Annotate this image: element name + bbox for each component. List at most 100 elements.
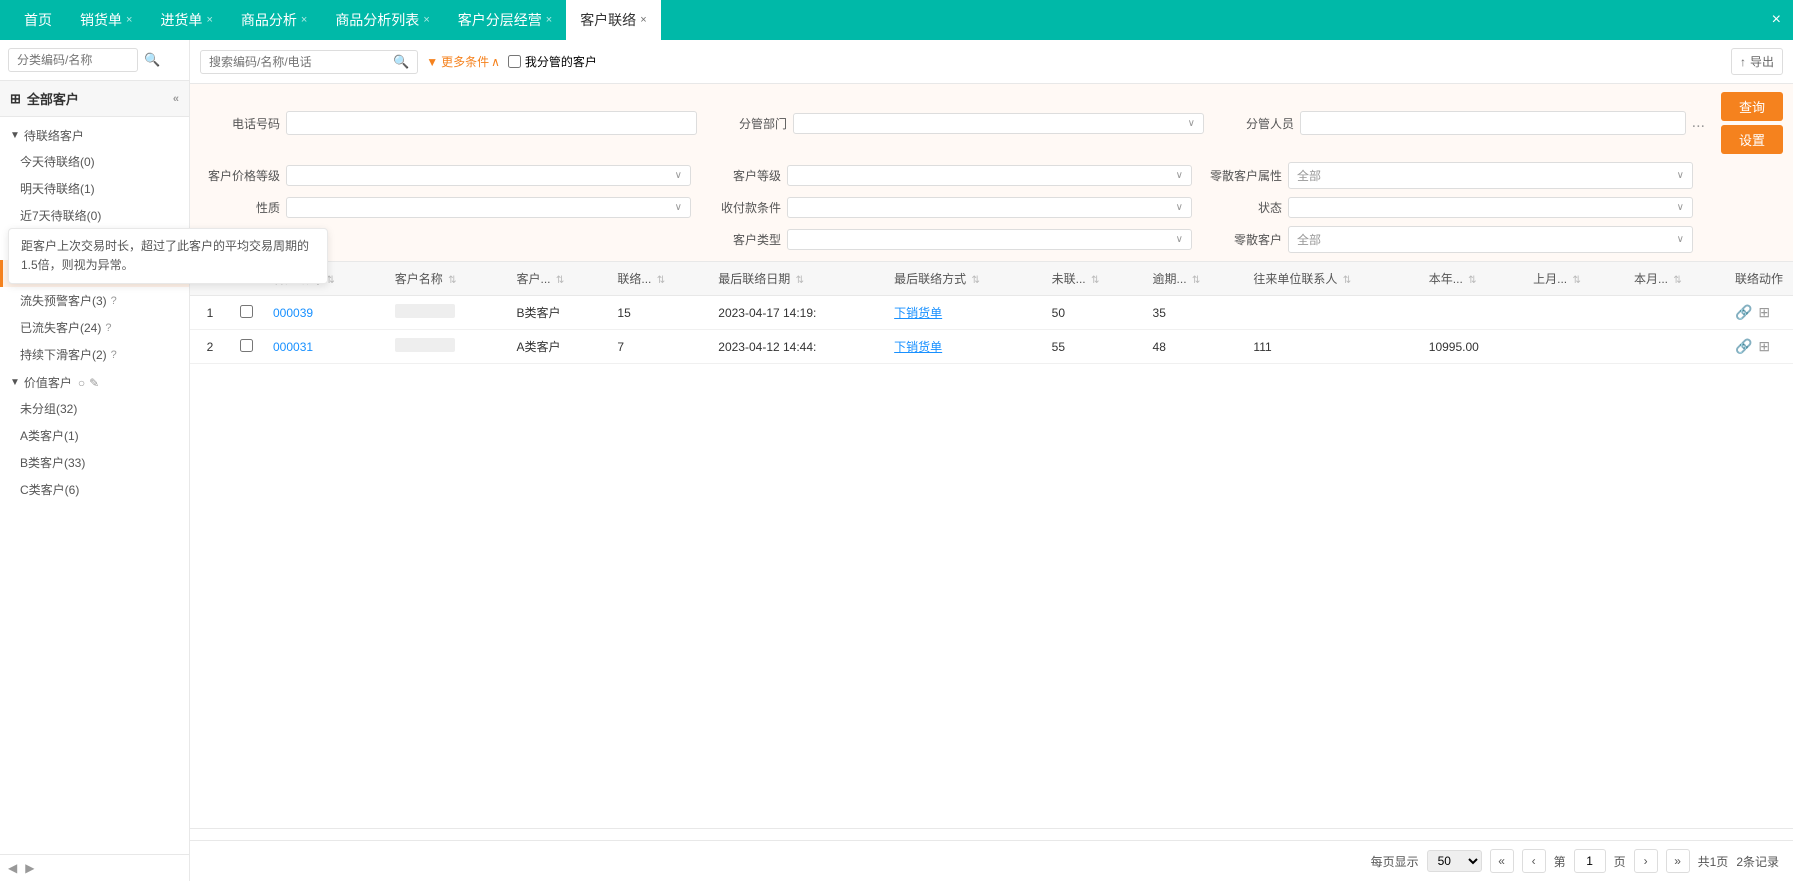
sidebar-search-icon[interactable]: 🔍 <box>144 52 160 68</box>
sidebar-item-7days[interactable]: 近7天待联络(0) <box>0 202 189 229</box>
sidebar-search-input[interactable] <box>8 48 138 72</box>
value-customers-edit-icon[interactable]: ✎ <box>89 376 99 390</box>
col-header-overdue[interactable]: 逾期... ⇅ <box>1143 262 1244 296</box>
sidebar-item-tomorrow[interactable]: 明天待联络(1) <box>0 175 189 202</box>
search-icon[interactable]: 🔍 <box>393 54 409 70</box>
customer-table: ⚙ 客户编码 ⇅ 客户名称 ⇅ <box>190 262 1793 364</box>
sidebar-item-class-b[interactable]: B类客户(33) <box>0 449 189 476</box>
sidebar-all-customers[interactable]: ⊞ 全部客户 « <box>0 81 189 117</box>
col-header-this-month[interactable]: 本月... ⇅ <box>1624 262 1725 296</box>
last-page-btn[interactable]: » <box>1666 849 1690 873</box>
row1-grid-icon[interactable]: ⊞ <box>1758 304 1770 321</box>
nav-customer-contact[interactable]: 客户联络 × <box>566 0 660 40</box>
page-number-input[interactable] <box>1574 849 1606 873</box>
row1-type: B类客户 <box>507 296 608 330</box>
churned-help-icon: ? <box>105 322 111 334</box>
sidebar-value-customers[interactable]: ▼ 价值客户 ○ ✎ <box>0 368 189 395</box>
nav-purchase[interactable]: 进货单 × <box>146 0 226 40</box>
sidebar-item-class-c[interactable]: C类客户(6) <box>0 476 189 503</box>
settings-button[interactable]: 设置 <box>1721 125 1783 154</box>
row2-last-date: 2023-04-12 14:44: <box>708 330 884 364</box>
col-header-unit-contact[interactable]: 往来单位联系人 ⇅ <box>1243 262 1418 296</box>
scattered-select[interactable]: 全部 ∨ <box>1288 226 1693 253</box>
type-sort-icon: ⇅ <box>556 275 564 286</box>
row2-name[interactable] <box>385 330 507 364</box>
per-page-label: 每页显示 <box>1371 853 1419 870</box>
col-header-last-way[interactable]: 最后联络方式 ⇅ <box>884 262 1041 296</box>
first-page-btn[interactable]: « <box>1490 849 1514 873</box>
manager-ellipsis-btn[interactable]: ... <box>1686 114 1711 132</box>
nav-customer-segment[interactable]: 客户分层经营 × <box>444 0 566 40</box>
prev-page-btn[interactable]: ‹ <box>1522 849 1546 873</box>
customer-type-select[interactable]: ∨ <box>787 229 1192 250</box>
col-header-last-date[interactable]: 最后联络日期 ⇅ <box>708 262 884 296</box>
nav-product-list-close[interactable]: × <box>423 14 429 26</box>
nav-customer-segment-close[interactable]: × <box>546 14 552 26</box>
sidebar-item-unclassified[interactable]: 未分组(32) <box>0 395 189 422</box>
row1-last-way[interactable]: 下销货单 <box>884 296 1041 330</box>
last-way-sort-icon: ⇅ <box>972 275 980 286</box>
status-select[interactable]: ∨ <box>1288 197 1693 218</box>
search-input[interactable] <box>209 55 389 69</box>
manager-input[interactable] <box>1300 111 1686 135</box>
sidebar-item-churned[interactable]: 已流失客户(24) ? <box>0 314 189 341</box>
col-header-last-month[interactable]: 上月... ⇅ <box>1523 262 1624 296</box>
nav-customer-contact-close[interactable]: × <box>640 14 646 26</box>
nav-product-list[interactable]: 商品分析列表 × <box>321 0 443 40</box>
row1-code[interactable]: 000039 <box>263 296 385 330</box>
col-header-type[interactable]: 客户... ⇅ <box>507 262 608 296</box>
query-button[interactable]: 查询 <box>1721 92 1783 121</box>
horizontal-scrollbar[interactable] <box>190 828 1793 840</box>
sidebar-item-churn-warning[interactable]: 流失预警客户(3) ? <box>0 287 189 314</box>
per-page-select[interactable]: 50 20 100 <box>1427 850 1482 872</box>
value-customers-circle-icon: ○ <box>78 376 85 390</box>
row1-name[interactable] <box>385 296 507 330</box>
row2-last-way[interactable]: 下销货单 <box>884 330 1041 364</box>
nature-select[interactable]: ∨ <box>286 197 691 218</box>
my-customers-checkbox[interactable] <box>508 55 521 68</box>
row2-code[interactable]: 000031 <box>263 330 385 364</box>
row2-checkbox[interactable] <box>240 339 253 352</box>
main-close-icon[interactable]: × <box>1772 11 1781 29</box>
row2-check[interactable] <box>230 330 263 364</box>
nav-sales[interactable]: 销货单 × <box>66 0 146 40</box>
price-level-select[interactable]: ∨ <box>286 165 691 186</box>
col-header-name[interactable]: 客户名称 ⇅ <box>385 262 507 296</box>
dept-select[interactable]: ∨ <box>793 113 1204 134</box>
sidebar-collapse-icon[interactable]: « <box>173 93 179 105</box>
payment-select[interactable]: ∨ <box>787 197 1192 218</box>
col-header-contact[interactable]: 联络... ⇅ <box>607 262 708 296</box>
nav-purchase-close[interactable]: × <box>206 14 212 26</box>
value-customers-arrow-icon: ▼ <box>10 377 20 388</box>
row2-grid-icon[interactable]: ⊞ <box>1758 338 1770 355</box>
row1-check[interactable] <box>230 296 263 330</box>
sidebar-item-today[interactable]: 今天待联络(0) <box>0 148 189 175</box>
customer-level-label: 客户等级 <box>701 167 781 184</box>
sidebar: 🔍 ⊞ 全部客户 « ▼ 待联络客户 今天待联络(0) 明天待联络(1) <box>0 40 190 881</box>
nav-sales-close[interactable]: × <box>126 14 132 26</box>
sidebar-group-pending-title[interactable]: ▼ 待联络客户 <box>0 121 189 148</box>
nav-product-analysis-close[interactable]: × <box>301 14 307 26</box>
sidebar-item-declining[interactable]: 持续下滑客户(2) ? <box>0 341 189 368</box>
grid-icon: ⊞ <box>10 91 21 107</box>
nav-home[interactable]: 首页 <box>10 0 66 40</box>
nav-product-analysis[interactable]: 商品分析 × <box>227 0 321 40</box>
sidebar-nav-right[interactable]: ▶ <box>25 861 34 875</box>
more-conditions-btn[interactable]: ▼ 更多条件 ∧ <box>426 53 500 70</box>
scattered-attr-select[interactable]: 全部 ∨ <box>1288 162 1693 189</box>
my-customers-checkbox-area[interactable]: 我分管的客户 <box>508 53 597 70</box>
row1-link-icon[interactable]: 🔗 <box>1735 304 1752 321</box>
row1-checkbox[interactable] <box>240 305 253 318</box>
col-header-this-year[interactable]: 本年... ⇅ <box>1419 262 1523 296</box>
filter-cell-customer-type: 客户类型 ∨ <box>701 229 1192 250</box>
next-page-btn[interactable]: › <box>1634 849 1658 873</box>
col-header-uncontact[interactable]: 未联... ⇅ <box>1042 262 1143 296</box>
export-btn[interactable]: ↑ 导出 <box>1731 48 1783 75</box>
phone-input[interactable] <box>286 111 697 135</box>
row1-last-date: 2023-04-17 14:19: <box>708 296 884 330</box>
row2-link-icon[interactable]: 🔗 <box>1735 338 1752 355</box>
customer-level-select[interactable]: ∨ <box>787 165 1192 186</box>
filter-row-3: 性质 ∨ 收付款条件 ∨ 状态 <box>200 197 1783 218</box>
sidebar-item-class-a[interactable]: A类客户(1) <box>0 422 189 449</box>
sidebar-nav-left[interactable]: ◀ <box>8 861 17 875</box>
